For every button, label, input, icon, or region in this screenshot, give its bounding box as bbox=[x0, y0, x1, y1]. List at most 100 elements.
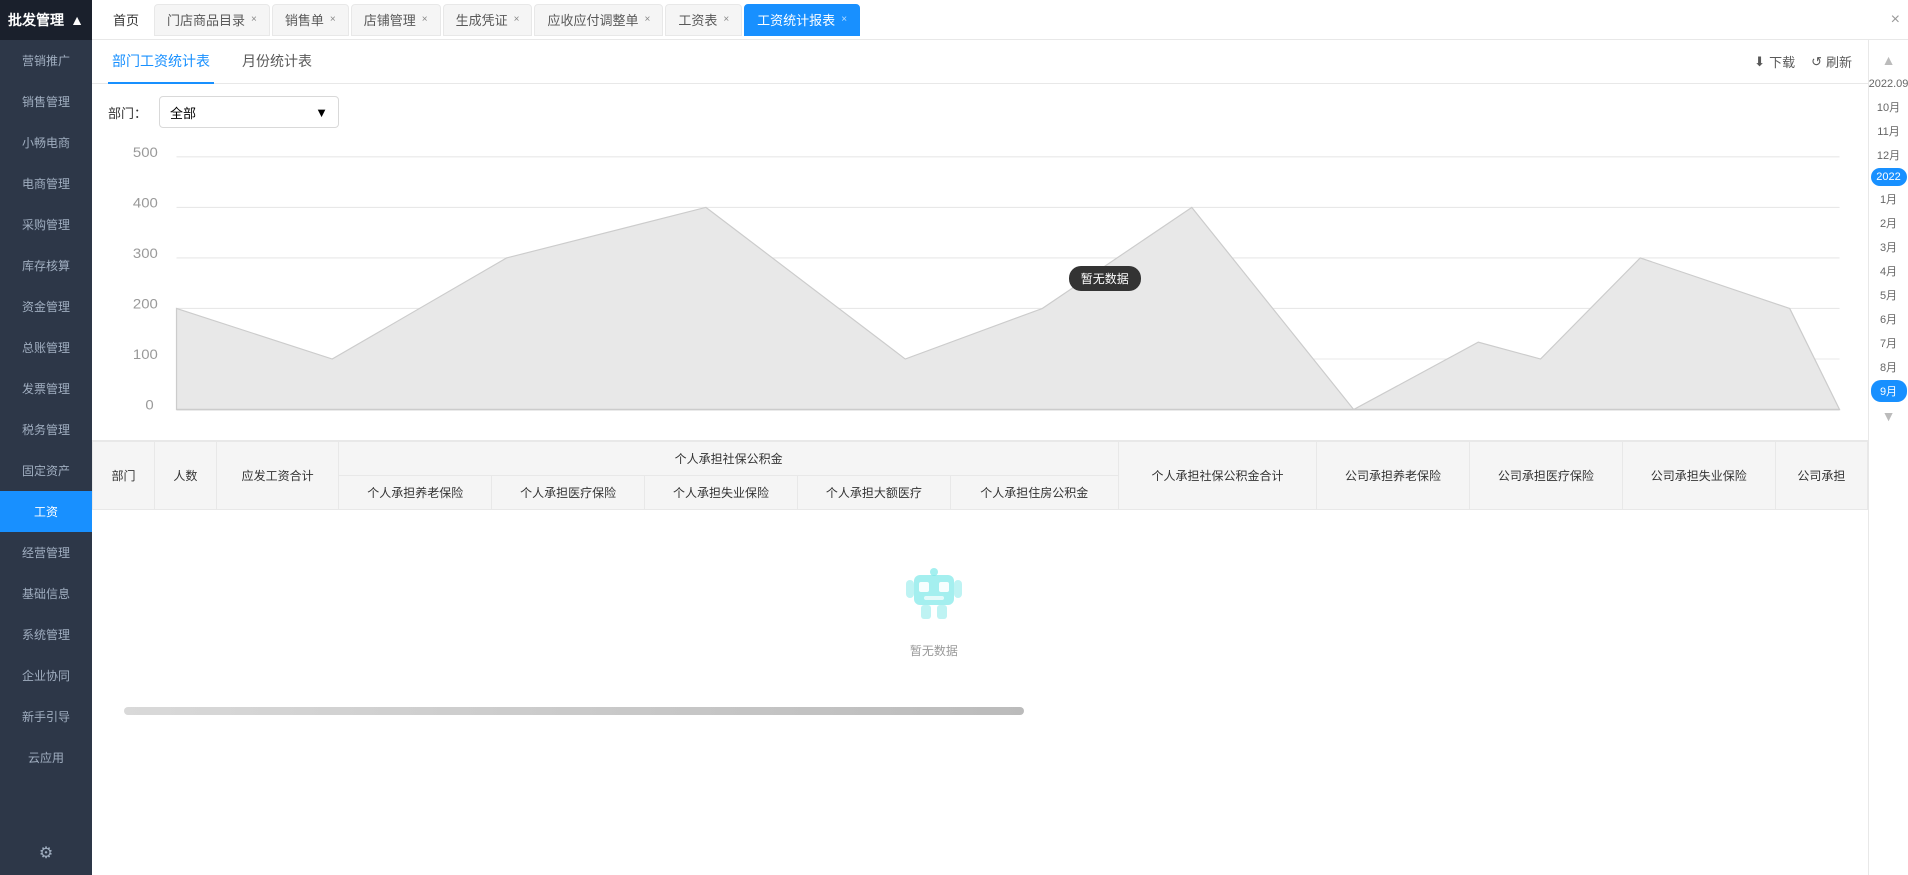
month-sep[interactable]: 9月 bbox=[1871, 380, 1907, 402]
subtabs: 部门工资统计表 月份统计表 ⬇ 下载 ↺ 刷新 bbox=[92, 40, 1868, 84]
month-dec[interactable]: 12月 bbox=[1871, 144, 1907, 166]
tab-payroll-report-label: 工资统计报表 bbox=[757, 10, 835, 29]
tab-payroll[interactable]: 工资表 × bbox=[665, 4, 742, 36]
th-personal-medical: 个人承担医疗保险 bbox=[492, 476, 645, 510]
sidebar-item-basic-info[interactable]: 基础信息 bbox=[0, 573, 92, 614]
settings-button[interactable]: ⚙ bbox=[0, 831, 92, 875]
tab-payroll-report-close[interactable]: × bbox=[841, 14, 847, 25]
sidebar: 批发管理 ▲ 营销推广 销售管理 小畅电商 电商管理 采购管理 库存核算 资金管… bbox=[0, 0, 92, 875]
th-personal-major-medical: 个人承担大额医疗 bbox=[797, 476, 950, 510]
empty-robot-icon bbox=[894, 550, 974, 630]
sidebar-item-ledger[interactable]: 总账管理 bbox=[0, 327, 92, 368]
sidebar-title: 批发管理 bbox=[8, 10, 64, 30]
page: 部门工资统计表 月份统计表 ⬇ 下载 ↺ 刷新 bbox=[92, 40, 1868, 875]
dept-filter-label: 部门： bbox=[108, 103, 147, 122]
tab-store-catalog-label: 门店商品目录 bbox=[167, 10, 245, 29]
th-count: 人数 bbox=[154, 442, 216, 510]
empty-state-text: 暂无数据 bbox=[910, 642, 958, 659]
tab-sales-order[interactable]: 销售单 × bbox=[272, 4, 349, 36]
svg-text:300: 300 bbox=[133, 247, 158, 262]
th-company-unemployment: 公司承担失业保险 bbox=[1622, 442, 1775, 510]
dept-select-value: 全部 bbox=[170, 103, 196, 122]
tab-ar-ap-label: 应收应付调整单 bbox=[547, 10, 638, 29]
month-jul[interactable]: 7月 bbox=[1871, 332, 1907, 354]
tab-ar-ap[interactable]: 应收应付调整单 × bbox=[534, 4, 663, 36]
month-nov[interactable]: 11月 bbox=[1871, 120, 1907, 142]
right-panel: ▲ 2022.09 10月 11月 12月 2022 1月 2月 3月 4月 5… bbox=[1868, 40, 1908, 875]
th-personal-insurance-group: 个人承担社保公积金 bbox=[339, 442, 1118, 476]
download-button[interactable]: ⬇ 下载 bbox=[1754, 52, 1795, 71]
month-feb[interactable]: 2月 bbox=[1871, 212, 1907, 234]
subtab-month[interactable]: 月份统计表 bbox=[238, 40, 316, 84]
tab-home[interactable]: 首页 bbox=[100, 4, 152, 36]
content-area: 部门工资统计表 月份统计表 ⬇ 下载 ↺ 刷新 bbox=[92, 40, 1908, 875]
sidebar-item-sales[interactable]: 销售管理 bbox=[0, 81, 92, 122]
tab-payroll-close[interactable]: × bbox=[723, 14, 729, 25]
close-all-icon: × bbox=[1891, 11, 1900, 29]
sidebar-item-purchase[interactable]: 采购管理 bbox=[0, 204, 92, 245]
sidebar-item-tax[interactable]: 税务管理 bbox=[0, 409, 92, 450]
panel-down-arrow[interactable]: ▼ bbox=[1878, 404, 1900, 428]
sidebar-item-tutorial[interactable]: 新手引导 bbox=[0, 696, 92, 737]
th-total-wage: 应发工资合计 bbox=[216, 442, 339, 510]
sidebar-item-marketing[interactable]: 营销推广 bbox=[0, 40, 92, 81]
month-may[interactable]: 5月 bbox=[1871, 284, 1907, 306]
tab-store-catalog[interactable]: 门店商品目录 × bbox=[154, 4, 270, 36]
svg-text:400: 400 bbox=[133, 196, 158, 211]
table-container[interactable]: 部门 人数 应发工资合计 个人承担社保公积金 个人承担社保公积金合计 公司承担养… bbox=[92, 440, 1868, 875]
sidebar-item-collab[interactable]: 企业协同 bbox=[0, 655, 92, 696]
year-2022-badge[interactable]: 2022 bbox=[1871, 168, 1907, 186]
sidebar-item-payroll[interactable]: 工资 bbox=[0, 491, 92, 532]
tab-store-manage-close[interactable]: × bbox=[422, 14, 428, 25]
th-personal-pension: 个人承担养老保险 bbox=[339, 476, 492, 510]
tab-ar-ap-close[interactable]: × bbox=[644, 14, 650, 25]
sidebar-item-invoice[interactable]: 发票管理 bbox=[0, 368, 92, 409]
horizontal-scrollbar[interactable] bbox=[124, 707, 1024, 715]
refresh-button[interactable]: ↺ 刷新 bbox=[1811, 52, 1852, 71]
month-jun[interactable]: 6月 bbox=[1871, 308, 1907, 330]
download-label: 下载 bbox=[1769, 52, 1795, 71]
tabbar-close-all[interactable]: × bbox=[1891, 11, 1900, 29]
tab-payroll-label: 工资表 bbox=[678, 10, 717, 29]
main-area: 首页 门店商品目录 × 销售单 × 店铺管理 × 生成凭证 × 应收应付调整单 … bbox=[92, 0, 1908, 875]
svg-text:500: 500 bbox=[133, 145, 158, 160]
month-oct[interactable]: 10月 bbox=[1871, 96, 1907, 118]
th-company-medical: 公司承担医疗保险 bbox=[1469, 442, 1622, 510]
tab-home-label: 首页 bbox=[113, 10, 139, 29]
month-apr[interactable]: 4月 bbox=[1871, 260, 1907, 282]
tab-voucher-label: 生成凭证 bbox=[456, 10, 508, 29]
subtab-dept[interactable]: 部门工资统计表 bbox=[108, 40, 214, 84]
tab-payroll-report[interactable]: 工资统计报表 × bbox=[744, 4, 860, 36]
th-dept: 部门 bbox=[93, 442, 155, 510]
filterbar: 部门： 全部 ▼ bbox=[92, 84, 1868, 140]
sidebar-item-system[interactable]: 系统管理 bbox=[0, 614, 92, 655]
panel-up-arrow[interactable]: ▲ bbox=[1878, 48, 1900, 72]
area-chart: 0 100 200 300 400 500 bbox=[108, 140, 1852, 432]
month-mar[interactable]: 3月 bbox=[1871, 236, 1907, 258]
chart-area: 0 100 200 300 400 500 bbox=[92, 140, 1868, 440]
tab-voucher-close[interactable]: × bbox=[514, 14, 520, 25]
sidebar-item-ecommerce[interactable]: 电商管理 bbox=[0, 163, 92, 204]
sidebar-item-inventory[interactable]: 库存核算 bbox=[0, 245, 92, 286]
tab-sales-order-close[interactable]: × bbox=[330, 14, 336, 25]
tab-voucher[interactable]: 生成凭证 × bbox=[443, 4, 533, 36]
no-data-tooltip: 暂无数据 bbox=[1069, 266, 1141, 291]
sidebar-item-xiaochang[interactable]: 小畅电商 bbox=[0, 122, 92, 163]
tab-store-manage-label: 店铺管理 bbox=[364, 10, 416, 29]
svg-text:100: 100 bbox=[133, 348, 158, 363]
sidebar-item-operations[interactable]: 经营管理 bbox=[0, 532, 92, 573]
dept-select[interactable]: 全部 ▼ bbox=[159, 96, 339, 128]
refresh-icon: ↺ bbox=[1811, 54, 1822, 70]
sidebar-header[interactable]: 批发管理 ▲ bbox=[0, 0, 92, 40]
tab-store-catalog-close[interactable]: × bbox=[251, 14, 257, 25]
month-jan[interactable]: 1月 bbox=[1871, 188, 1907, 210]
stats-table: 部门 人数 应发工资合计 个人承担社保公积金 个人承担社保公积金合计 公司承担养… bbox=[92, 441, 1868, 699]
settings-icon: ⚙ bbox=[39, 845, 53, 862]
sidebar-item-finance[interactable]: 资金管理 bbox=[0, 286, 92, 327]
month-aug[interactable]: 8月 bbox=[1871, 356, 1907, 378]
sidebar-item-assets[interactable]: 固定资产 bbox=[0, 450, 92, 491]
subtab-actions: ⬇ 下载 ↺ 刷新 bbox=[1754, 52, 1852, 71]
subtab-dept-label: 部门工资统计表 bbox=[112, 51, 210, 71]
sidebar-item-cloud[interactable]: 云应用 bbox=[0, 737, 92, 778]
tab-store-manage[interactable]: 店铺管理 × bbox=[351, 4, 441, 36]
